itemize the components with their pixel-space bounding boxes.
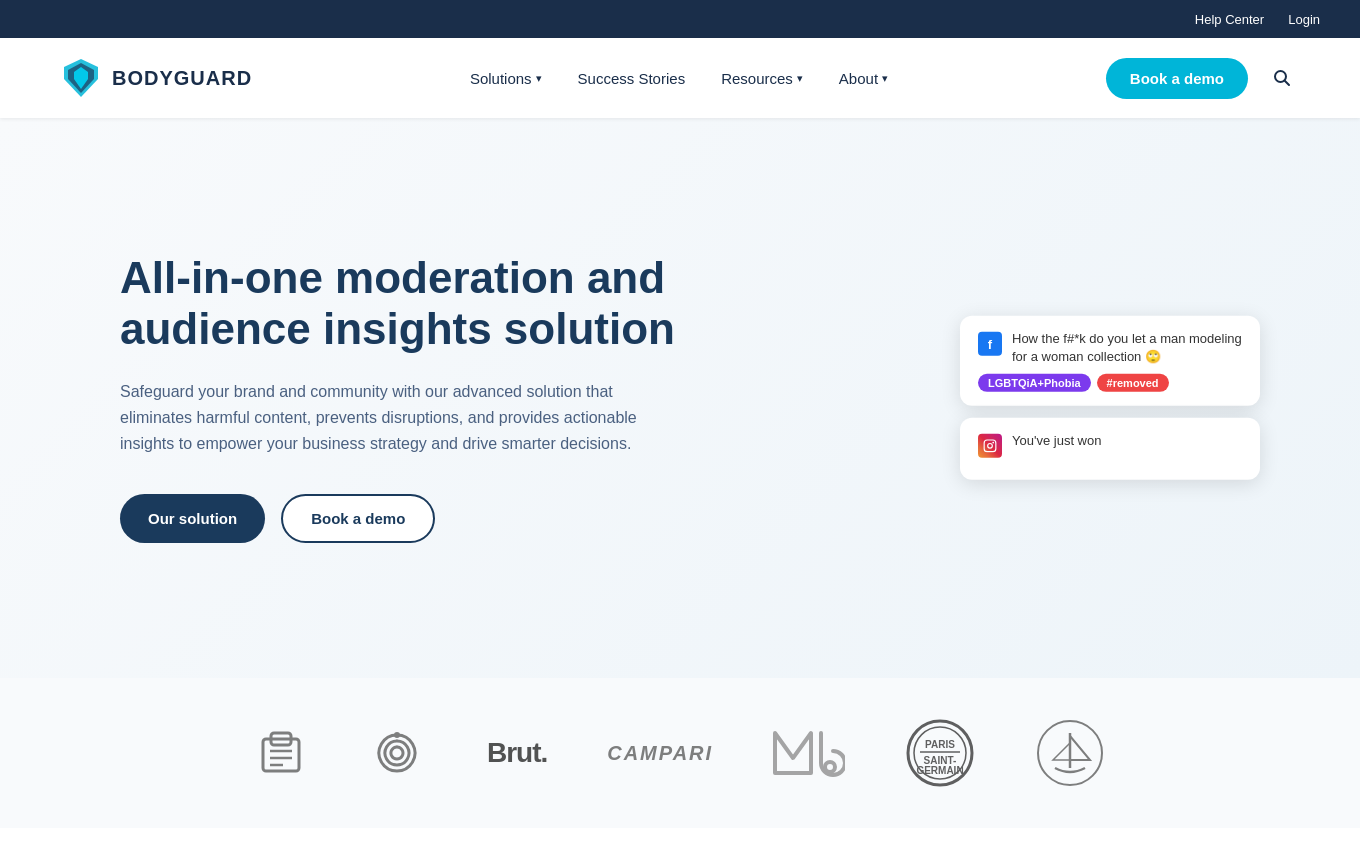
hero-title: All-in-one moderation and audience insig… bbox=[120, 253, 700, 354]
svg-text:PARIS: PARIS bbox=[925, 739, 955, 750]
hero-buttons: Our solution Book a demo bbox=[120, 494, 700, 543]
svg-line-4 bbox=[1284, 81, 1289, 86]
search-icon bbox=[1272, 68, 1292, 88]
card-1-header: f How the f#*k do you let a man modeling… bbox=[978, 330, 1242, 366]
nav-book-demo-button[interactable]: Book a demo bbox=[1106, 58, 1248, 99]
removed-tag: #removed bbox=[1097, 374, 1169, 392]
logo-link[interactable]: BODYGUARD bbox=[60, 57, 252, 99]
nautical-icon bbox=[1035, 718, 1105, 788]
nav-about[interactable]: About ▾ bbox=[825, 62, 902, 95]
brut-text: Brut. bbox=[487, 737, 547, 769]
svg-point-13 bbox=[394, 732, 400, 738]
about-chevron-icon: ▾ bbox=[882, 72, 888, 85]
resources-chevron-icon: ▾ bbox=[797, 72, 803, 85]
svg-rect-5 bbox=[984, 440, 996, 452]
hero-illustration: f How the f#*k do you let a man modeling… bbox=[960, 316, 1260, 480]
client-logo-campari: CAMPARI bbox=[607, 742, 713, 765]
login-link[interactable]: Login bbox=[1288, 12, 1320, 27]
svg-marker-14 bbox=[775, 733, 811, 773]
clipboard-icon bbox=[255, 727, 307, 779]
hero-section: All-in-one moderation and audience insig… bbox=[0, 118, 1360, 678]
client-logo-nautical bbox=[1035, 718, 1105, 788]
campari-text: CAMPARI bbox=[607, 742, 713, 765]
hero-book-demo-button[interactable]: Book a demo bbox=[281, 494, 435, 543]
nav-solutions[interactable]: Solutions ▾ bbox=[456, 62, 556, 95]
psg-icon: PARIS SAINT- GERMAIN bbox=[905, 718, 975, 788]
spiral-icon bbox=[367, 723, 427, 783]
svg-marker-25 bbox=[1053, 743, 1070, 760]
client-logo-m6 bbox=[773, 723, 845, 783]
moderation-card-2: You've just won bbox=[960, 418, 1260, 480]
solutions-chevron-icon: ▾ bbox=[536, 72, 542, 85]
bodyguard-logo-icon bbox=[60, 57, 102, 99]
hero-description: Safeguard your brand and community with … bbox=[120, 379, 640, 458]
card-2-text: You've just won bbox=[1012, 432, 1101, 450]
nav-success-stories[interactable]: Success Stories bbox=[564, 62, 700, 95]
svg-marker-24 bbox=[1070, 736, 1090, 760]
top-bar: Help Center Login bbox=[0, 0, 1360, 38]
navigation: BODYGUARD Solutions ▾ Success Stories Re… bbox=[0, 38, 1360, 118]
help-center-link[interactable]: Help Center bbox=[1195, 12, 1264, 27]
card-1-tags: LGBTQiA+Phobia #removed bbox=[978, 374, 1242, 392]
client-logo-psg: PARIS SAINT- GERMAIN bbox=[905, 718, 975, 788]
clients-section: Brut. CAMPARI PARIS SAINT- GE bbox=[0, 678, 1360, 828]
m6-icon bbox=[773, 723, 845, 783]
card-1-text: How the f#*k do you let a man modeling f… bbox=[1012, 330, 1242, 366]
moderation-card-1: f How the f#*k do you let a man modeling… bbox=[960, 316, 1260, 406]
facebook-icon: f bbox=[978, 332, 1002, 356]
client-logo-clipboard bbox=[255, 727, 307, 779]
hero-content: All-in-one moderation and audience insig… bbox=[120, 253, 700, 542]
svg-point-6 bbox=[988, 444, 993, 449]
nav-resources[interactable]: Resources ▾ bbox=[707, 62, 817, 95]
svg-text:GERMAIN: GERMAIN bbox=[916, 765, 963, 776]
client-logo-brut: Brut. bbox=[487, 737, 547, 769]
search-button[interactable] bbox=[1264, 60, 1300, 96]
lgbtq-tag: LGBTQiA+Phobia bbox=[978, 374, 1091, 392]
client-logo-spiral bbox=[367, 723, 427, 783]
svg-point-15 bbox=[825, 762, 835, 772]
card-2-header: You've just won bbox=[978, 432, 1242, 458]
nav-cta: Book a demo bbox=[1106, 58, 1300, 99]
instagram-icon bbox=[978, 434, 1002, 458]
clients-logos: Brut. CAMPARI PARIS SAINT- GE bbox=[60, 718, 1300, 788]
our-solution-button[interactable]: Our solution bbox=[120, 494, 265, 543]
svg-point-7 bbox=[992, 442, 994, 444]
logo-text: BODYGUARD bbox=[112, 67, 252, 90]
nav-links: Solutions ▾ Success Stories Resources ▾ … bbox=[456, 62, 902, 95]
